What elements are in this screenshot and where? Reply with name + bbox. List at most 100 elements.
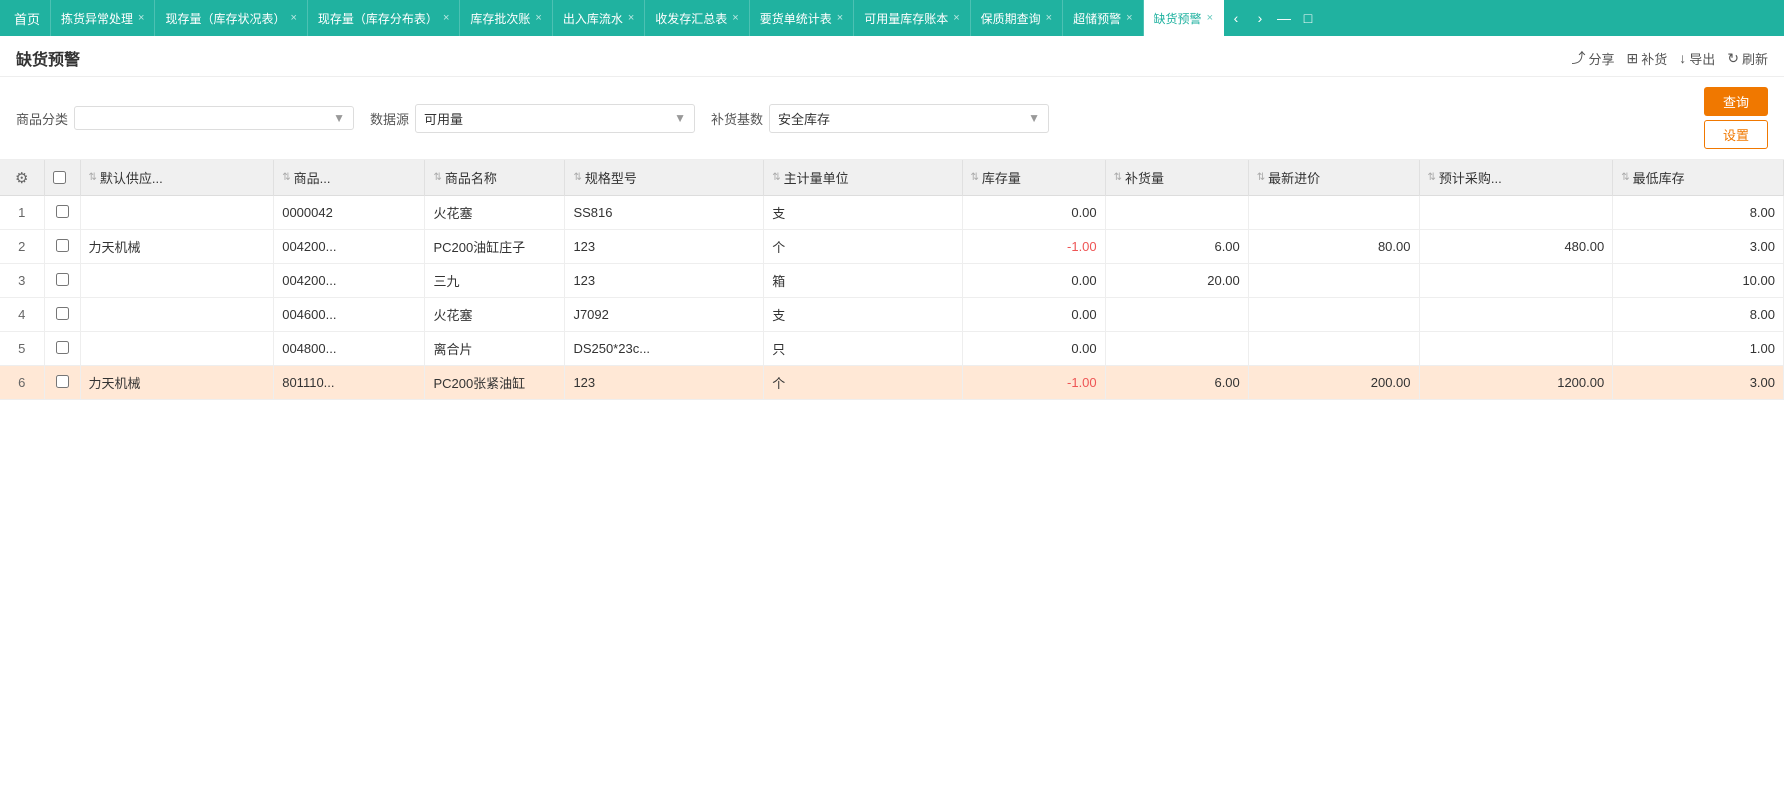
tab-collect-summary[interactable]: 收发存汇总表 × [645, 0, 749, 36]
row-checkbox[interactable] [56, 375, 69, 388]
page-content: 缺货预警 ⤴ 分享 ⊞ 补货 ↓ 导出 ↻ 刷新 商品分类 [0, 36, 1784, 796]
row-stock: 0.00 [962, 264, 1105, 298]
row-check-cell [44, 196, 80, 230]
col-name-sort-icon: ⇅ [433, 172, 441, 183]
table-row: 4 004600... 火花塞 J7092 支 0.00 8.00 [0, 298, 1784, 332]
col-min-stock-label: 最低库存 [1633, 168, 1685, 187]
row-supplier: 力天机械 [80, 366, 274, 400]
table-row: 5 004800... 离合片 DS250*23c... 只 0.00 1.00 [0, 332, 1784, 366]
row-replenish: 6.00 [1105, 230, 1248, 264]
tab-order-stats[interactable]: 要货单统计表 × [750, 0, 854, 36]
tab-inventory-status[interactable]: 现存量（库存状况表） × [155, 0, 307, 36]
category-select[interactable]: ▼ [74, 106, 354, 130]
col-gear: ⚙ [0, 160, 44, 196]
tab-inventory-dist-close[interactable]: × [443, 12, 449, 24]
tab-exception[interactable]: 拣货异常处理 × [51, 0, 155, 36]
export-icon: ↓ [1679, 50, 1686, 66]
row-stock: 0.00 [962, 298, 1105, 332]
row-gear-cell: 6 [0, 366, 44, 400]
col-code[interactable]: ⇅ 商品... [274, 160, 425, 196]
col-spec[interactable]: ⇅ 规格型号 [565, 160, 764, 196]
row-checkbox[interactable] [56, 239, 69, 252]
row-unit: 支 [764, 196, 962, 230]
row-check-cell [44, 230, 80, 264]
tab-batch-account-close[interactable]: × [535, 12, 541, 24]
row-code: 004800... [274, 332, 425, 366]
tab-collect-summary-label: 收发存汇总表 [655, 10, 727, 27]
replenish-base-select[interactable]: 安全库存 ▼ [769, 104, 1049, 133]
refresh-icon: ↻ [1727, 50, 1739, 67]
tab-available-ledger[interactable]: 可用量库存账本 × [854, 0, 970, 36]
row-check-cell [44, 264, 80, 298]
category-filter-label: 商品分类 [16, 109, 68, 128]
tab-bar: 首页 拣货异常处理 × 现存量（库存状况表） × 现存量（库存分布表） × 库存… [0, 0, 1784, 36]
row-replenish [1105, 298, 1248, 332]
column-settings-icon[interactable]: ⚙ [15, 169, 28, 187]
tab-overstock-close[interactable]: × [1126, 12, 1132, 24]
datasource-dropdown-icon: ▼ [674, 111, 686, 125]
tab-collect-summary-close[interactable]: × [732, 12, 738, 24]
col-est-purchase[interactable]: ⇅ 预计采购... [1419, 160, 1613, 196]
replenish-base-filter-group: 补货基数 安全库存 ▼ [711, 104, 1049, 133]
refresh-button[interactable]: ↻ 刷新 [1727, 49, 1768, 68]
tab-inventory-dist[interactable]: 现存量（库存分布表） × [308, 0, 460, 36]
row-supplier [80, 298, 274, 332]
tab-expiry-query[interactable]: 保质期查询 × [971, 0, 1063, 36]
tab-minimize-btn[interactable]: — [1272, 0, 1296, 36]
tab-batch-account[interactable]: 库存批次账 × [460, 0, 552, 36]
row-unit: 支 [764, 298, 962, 332]
share-button[interactable]: ⤴ 分享 [1571, 48, 1614, 68]
replenish-button[interactable]: ⊞ 补货 [1626, 49, 1667, 68]
row-gear-cell: 5 [0, 332, 44, 366]
row-checkbox[interactable] [56, 273, 69, 286]
col-stock[interactable]: ⇅ 库存量 [962, 160, 1105, 196]
row-unit: 个 [764, 366, 962, 400]
col-min-stock[interactable]: ⇅ 最低库存 [1613, 160, 1784, 196]
col-name[interactable]: ⇅ 商品名称 [425, 160, 565, 196]
row-est-purchase [1419, 196, 1613, 230]
query-button[interactable]: 查询 [1704, 87, 1768, 116]
table-row: 3 004200... 三九 123 箱 0.00 20.00 10.00 [0, 264, 1784, 298]
datasource-select-value: 可用量 [424, 109, 666, 128]
col-supplier[interactable]: ⇅ 默认供应... [80, 160, 274, 196]
tab-shortage-close[interactable]: × [1207, 12, 1213, 24]
row-min-stock: 8.00 [1613, 196, 1784, 230]
table-header-row: ⚙ ⇅ 默认供应... [0, 160, 1784, 196]
tab-next-btn[interactable]: › [1248, 0, 1272, 36]
tab-overstock[interactable]: 超储预警 × [1063, 0, 1143, 36]
tab-home[interactable]: 首页 [4, 0, 51, 36]
col-unit-sort-icon: ⇅ [772, 172, 780, 183]
tab-expiry-query-close[interactable]: × [1046, 12, 1052, 24]
settings-button[interactable]: 设置 [1704, 120, 1768, 149]
row-check-cell [44, 298, 80, 332]
export-button[interactable]: ↓ 导出 [1679, 49, 1715, 68]
col-latest-price[interactable]: ⇅ 最新进价 [1248, 160, 1419, 196]
tab-prev-btn[interactable]: ‹ [1224, 0, 1248, 36]
tab-available-ledger-close[interactable]: × [953, 12, 959, 24]
table-row: 2 力天机械 004200... PC200油缸庄子 123 个 -1.00 6… [0, 230, 1784, 264]
row-est-purchase [1419, 298, 1613, 332]
tab-overstock-label: 超储预警 [1073, 10, 1121, 27]
row-min-stock: 10.00 [1613, 264, 1784, 298]
tab-order-stats-close[interactable]: × [837, 12, 843, 24]
tab-inout-flow[interactable]: 出入库流水 × [553, 0, 645, 36]
tab-exception-close[interactable]: × [138, 12, 144, 24]
filter-actions: 查询 设置 [1704, 87, 1768, 149]
tab-maximize-btn[interactable]: □ [1296, 0, 1320, 36]
tab-inventory-status-close[interactable]: × [290, 12, 296, 24]
row-checkbox[interactable] [56, 307, 69, 320]
row-unit: 只 [764, 332, 962, 366]
row-checkbox[interactable] [56, 205, 69, 218]
table-row: 6 力天机械 801110... PC200张紧油缸 123 个 -1.00 6… [0, 366, 1784, 400]
select-all-checkbox[interactable] [53, 171, 66, 184]
col-stock-label: 库存量 [982, 168, 1021, 187]
tab-expiry-query-label: 保质期查询 [981, 10, 1041, 27]
row-checkbox[interactable] [56, 341, 69, 354]
tab-shortage[interactable]: 缺货预警 × [1144, 0, 1224, 36]
col-replenish[interactable]: ⇅ 补货量 [1105, 160, 1248, 196]
row-est-purchase: 1200.00 [1419, 366, 1613, 400]
tab-inout-flow-close[interactable]: × [628, 12, 634, 24]
col-unit[interactable]: ⇅ 主计量单位 [764, 160, 962, 196]
datasource-select[interactable]: 可用量 ▼ [415, 104, 695, 133]
row-gear-cell: 4 [0, 298, 44, 332]
